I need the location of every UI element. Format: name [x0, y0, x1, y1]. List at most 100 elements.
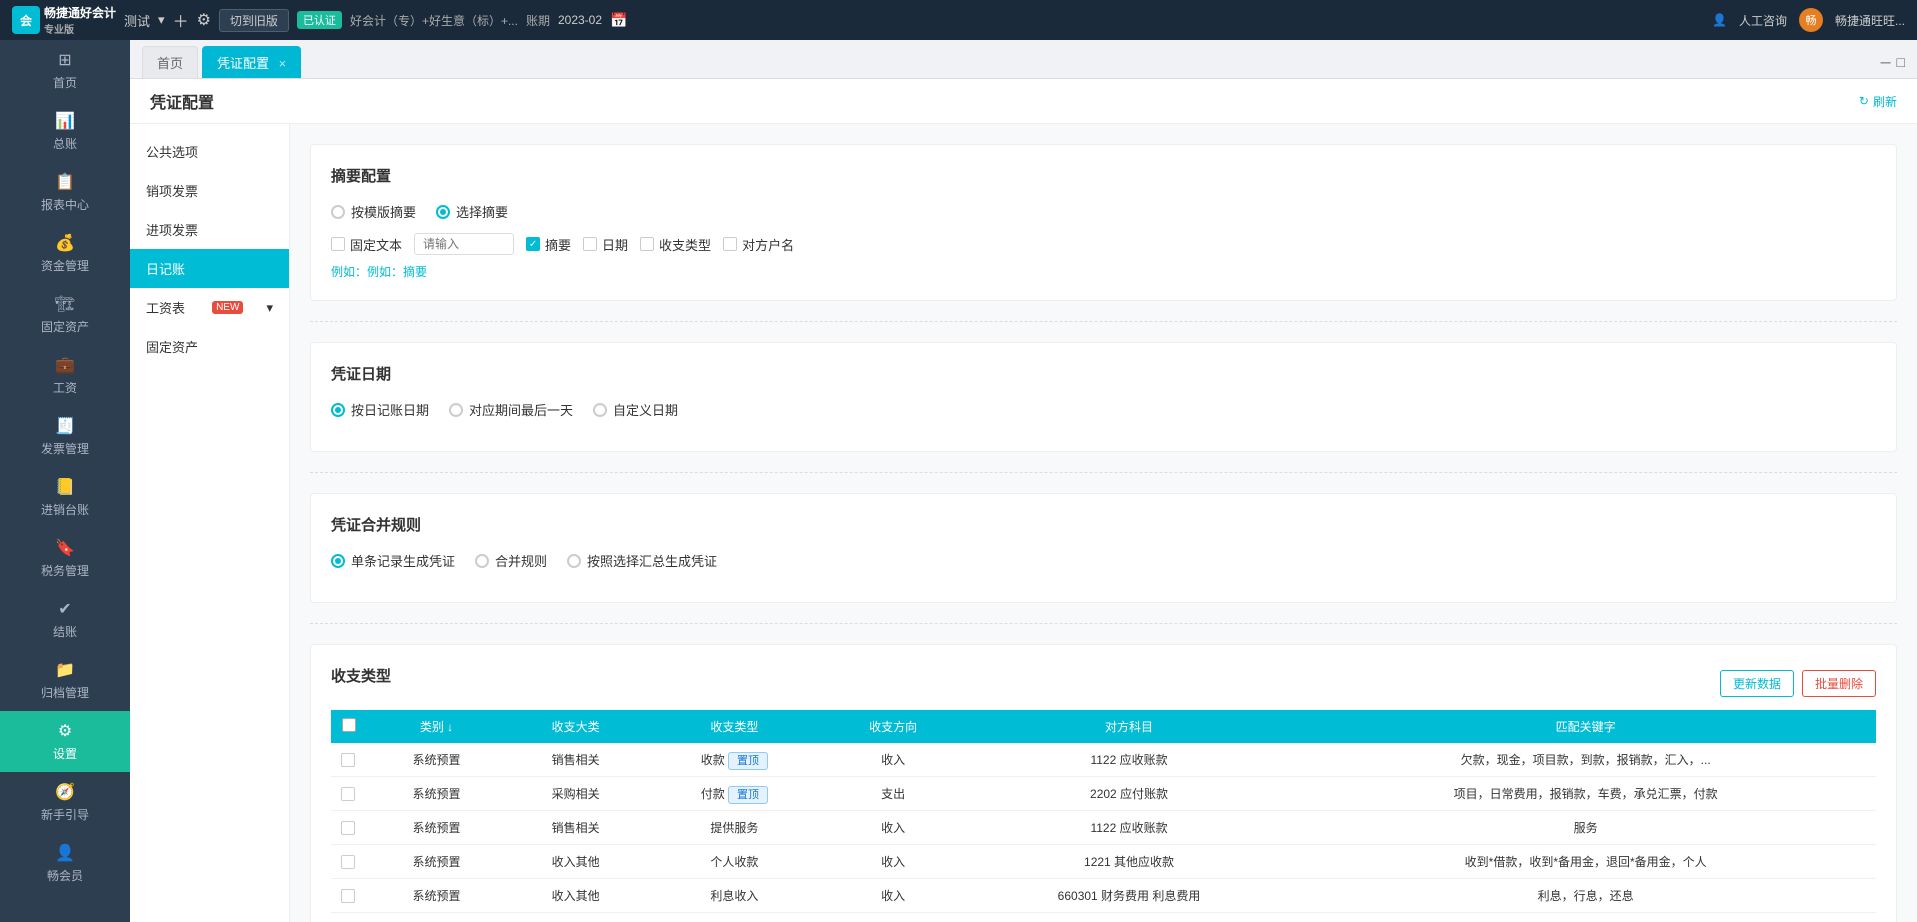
update-data-btn[interactable]: 更新数据	[1720, 670, 1794, 697]
logo-icon: 会	[12, 6, 40, 34]
select-all-checkbox[interactable]	[342, 718, 356, 732]
radio-journal-date[interactable]: 按日记账日期	[331, 400, 429, 419]
app-logo: 会 畅捷通好会计 专业版	[12, 4, 116, 36]
checkbox-box-summary: ✓	[526, 237, 540, 251]
sidebar-label-tax: 税务管理	[41, 562, 89, 579]
sidebar-item-reports[interactable]: 📋 报表中心	[0, 162, 130, 223]
sidebar-item-assets[interactable]: 🏗 固定资产	[0, 284, 130, 345]
sidebar-label-settings: 设置	[53, 745, 77, 762]
switch-version-btn[interactable]: 切到旧版	[219, 9, 289, 32]
sidebar-item-funds[interactable]: 💰 资金管理	[0, 223, 130, 284]
tab-home[interactable]: 首页	[142, 46, 198, 78]
guide-icon: 🧭	[55, 782, 75, 802]
income-expense-section: 收支类型 更新数据 批量删除	[310, 644, 1897, 922]
invoice-icon: 🧾	[55, 416, 75, 436]
row-checkbox-3[interactable]	[341, 821, 355, 835]
page-header: 凭证配置 ↻ 刷新	[130, 79, 1917, 124]
left-menu-sales-invoice[interactable]: 销项发票	[130, 171, 289, 210]
checkbox-date[interactable]: 日期	[583, 235, 628, 254]
topbar-middle: 测试 ▾ ＋ ⚙ 切到旧版 已认证 好会计（专）+好生意（标）+... 账期 2…	[124, 8, 1704, 32]
close-period-icon: ✔	[58, 599, 71, 619]
checkbox-box-income-type	[640, 237, 654, 251]
radio-last-day[interactable]: 对应期间最后一天	[449, 400, 573, 419]
radio-single-record[interactable]: 单条记录生成凭证	[331, 551, 455, 570]
col-category: 类别 ↓	[367, 710, 506, 743]
sidebar-label-sales: 进销台账	[41, 501, 89, 518]
radio-circle-single	[331, 554, 345, 568]
left-menu-purchase-invoice[interactable]: 进项发票	[130, 210, 289, 249]
example-text: 例如：例如：摘要	[331, 263, 1876, 280]
sidebar-item-home[interactable]: ⊞ 首页	[0, 40, 130, 101]
row-checkbox-1[interactable]	[341, 753, 355, 767]
sidebar-item-invoice[interactable]: 🧾 发票管理	[0, 406, 130, 467]
radio-custom-date[interactable]: 自定义日期	[593, 400, 678, 419]
radio-circle-last-day	[449, 403, 463, 417]
radio-merge-rule[interactable]: 合并规则	[475, 551, 547, 570]
app-sub: 专业版	[44, 21, 116, 36]
settings-icon[interactable]: ⚙	[197, 10, 211, 30]
summary-section: 摘要配置 按模版摘要 选择摘要	[310, 144, 1897, 301]
ledger-icon: 📊	[55, 111, 75, 131]
sidebar-item-settings[interactable]: ⚙ 设置	[0, 711, 130, 772]
fixed-text-input[interactable]	[414, 233, 514, 255]
sidebar-label-funds: 资金管理	[41, 257, 89, 274]
left-menu-fixed-assets[interactable]: 固定资产	[130, 327, 289, 366]
certified-tag: 已认证	[297, 11, 342, 29]
checkbox-counterpart-name[interactable]: 对方户名	[723, 235, 794, 254]
calendar-icon: 📅	[610, 12, 627, 29]
summary-radio-group: 按模版摘要 选择摘要	[331, 202, 1876, 221]
sidebar-label-reports: 报表中心	[41, 196, 89, 213]
batch-delete-btn[interactable]: 批量删除	[1802, 670, 1876, 697]
sidebar-label-archive: 归档管理	[41, 684, 89, 701]
left-menu-journal[interactable]: 日记账	[130, 249, 289, 288]
sidebar-item-ledger[interactable]: 📊 总账	[0, 101, 130, 162]
tab-close-icon[interactable]: ×	[279, 56, 287, 71]
radio-circle-template	[331, 205, 345, 219]
sidebar-item-sales[interactable]: 📒 进销台账	[0, 467, 130, 528]
radio-circle-merge	[475, 554, 489, 568]
sidebar-item-salary[interactable]: 💼 工资	[0, 345, 130, 406]
user-name[interactable]: 畅捷通旺旺...	[1835, 12, 1905, 29]
left-menu-salary[interactable]: 工资表 NEW ▾	[130, 288, 289, 327]
radio-circle-journal-date	[331, 403, 345, 417]
sidebar-label-member: 畅会员	[47, 867, 83, 884]
window-minimize-btn[interactable]: ─	[1881, 54, 1891, 70]
date-section: 凭证日期 按日记账日期 对应期间最后一天	[310, 342, 1897, 452]
module-dropdown-icon[interactable]: ▾	[158, 12, 165, 28]
sidebar-item-guide[interactable]: 🧭 新手引导	[0, 772, 130, 833]
row-checkbox-2[interactable]	[341, 787, 355, 801]
row-checkbox-4[interactable]	[341, 855, 355, 869]
checkbox-income-type[interactable]: 收支类型	[640, 235, 711, 254]
right-content: 摘要配置 按模版摘要 选择摘要	[290, 124, 1917, 922]
sidebar-label-guide: 新手引导	[41, 806, 89, 823]
consult-label[interactable]: 人工咨询	[1739, 12, 1787, 29]
checkbox-fixed-text[interactable]: 固定文本	[331, 235, 402, 254]
table-row: 系统预置 采购相关 付款 置顶 支出 2202 应付账款 项目，日常费用，报销款…	[331, 777, 1876, 811]
sidebar-label-close: 结账	[53, 623, 77, 640]
add-btn[interactable]: ＋	[173, 8, 189, 32]
checkbox-box-counterpart	[723, 237, 737, 251]
window-maximize-btn[interactable]: □	[1897, 54, 1905, 70]
consult-icon: 👤	[1712, 13, 1727, 27]
radio-aggregate[interactable]: 按照选择汇总生成凭证	[567, 551, 717, 570]
left-menu-public[interactable]: 公共选项	[130, 132, 289, 171]
table-actions: 更新数据 批量删除	[1720, 670, 1876, 697]
page-title: 凭证配置	[150, 89, 214, 113]
row-checkbox-5[interactable]	[341, 889, 355, 903]
sidebar-item-member[interactable]: 👤 畅会员	[0, 833, 130, 894]
sidebar-item-tax[interactable]: 🔖 税务管理	[0, 528, 130, 589]
refresh-btn[interactable]: ↻ 刷新	[1859, 93, 1897, 110]
table-row: 系统预置 收入其他 个人收款 收入 1221 其他应收款 收到*借款，收到*备用…	[331, 845, 1876, 879]
sidebar-item-close[interactable]: ✔ 结账	[0, 589, 130, 650]
radio-template-summary[interactable]: 按模版摘要	[331, 202, 416, 221]
tab-voucher-config[interactable]: 凭证配置 ×	[202, 46, 301, 78]
sidebar-item-archive[interactable]: 📁 归档管理	[0, 650, 130, 711]
merge-radio-group: 单条记录生成凭证 合并规则 按照选择汇总生成凭证	[331, 551, 1876, 570]
radio-choose-summary[interactable]: 选择摘要	[436, 202, 508, 221]
checkbox-summary[interactable]: ✓ 摘要	[526, 235, 571, 254]
module-name[interactable]: 测试	[124, 11, 150, 30]
home-icon: ⊞	[58, 50, 71, 70]
top-tag-1: 置顶	[728, 752, 768, 770]
refresh-icon: ↻	[1859, 94, 1869, 108]
user-avatar[interactable]: 畅	[1799, 8, 1823, 32]
